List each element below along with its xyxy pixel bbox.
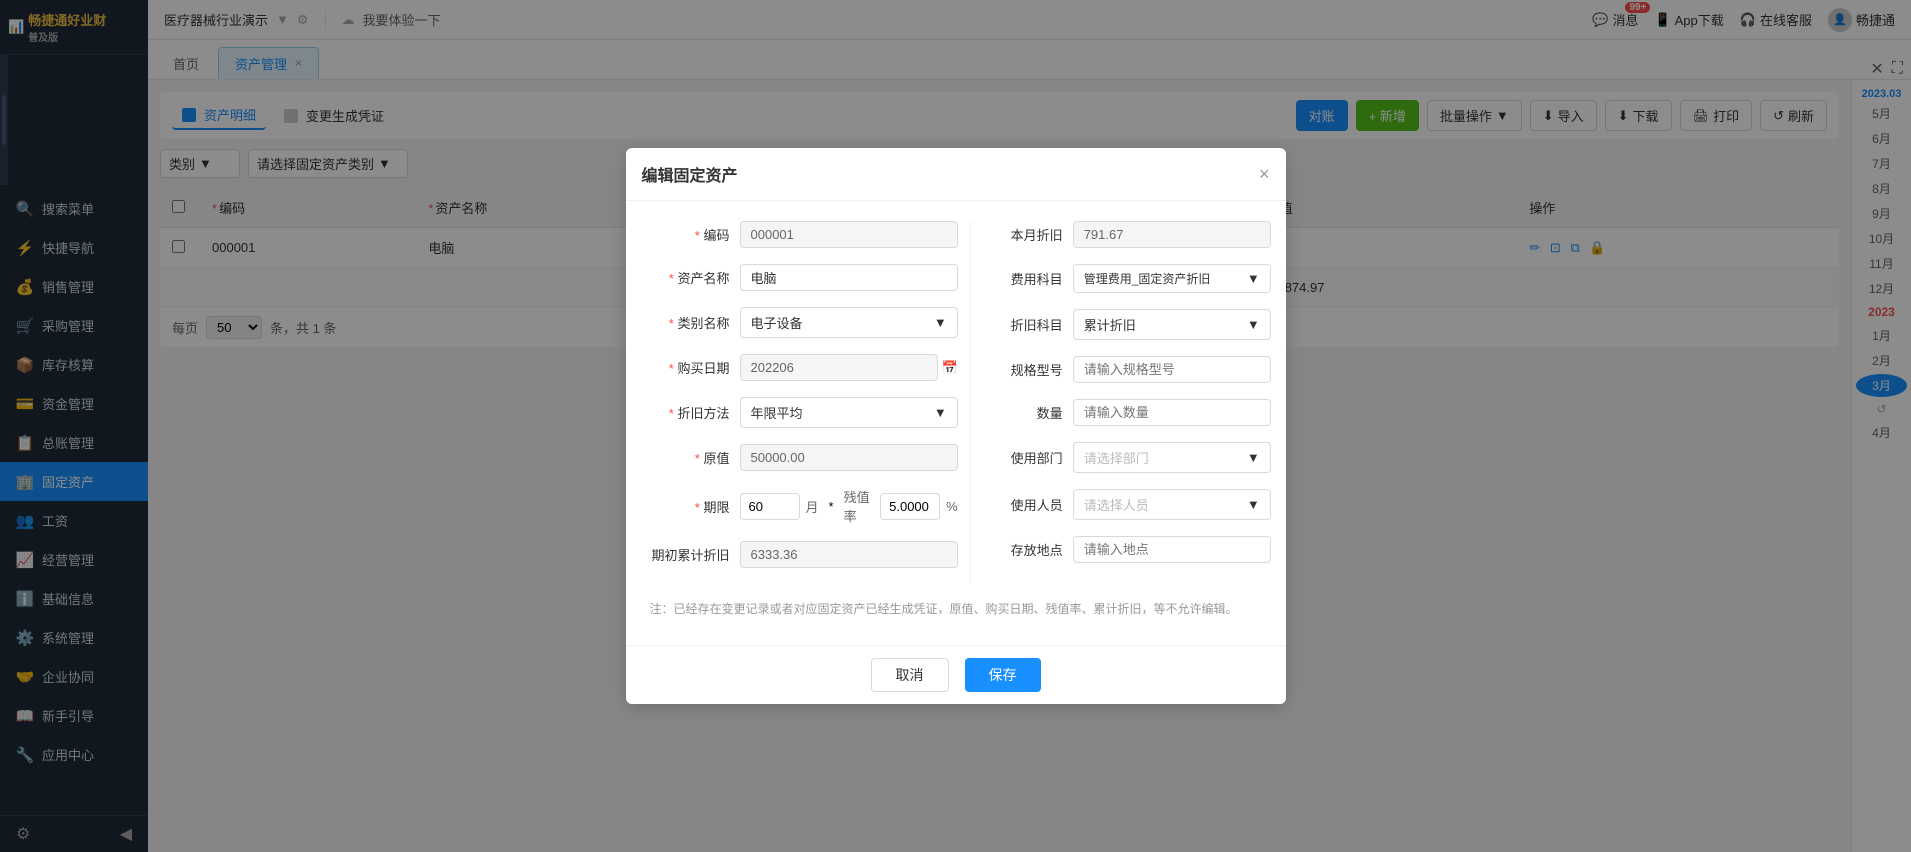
form-row-quantity: 数量 [983,399,1271,426]
residual-rate-unit: % [946,499,958,514]
residual-rate-input[interactable] [880,493,940,520]
modal-body: * 编码 * 资产名称 [626,201,1286,645]
code-label: * 编码 [650,225,740,244]
opening-depr-label: 期初累计折旧 [650,545,740,564]
monthly-depr-label: 本月折旧 [983,225,1073,244]
expense-subject-label: 费用科目 [983,269,1073,288]
form-row-depr-method: * 折旧方法 年限平均 ▼ [650,397,958,428]
purchase-date-label: * 购买日期 [650,358,740,377]
period-group: 月 * 残值率 % [740,487,958,525]
asset-name-input[interactable] [740,264,958,291]
period-label: * 期限 [650,497,740,516]
modal-footer: 取消 保存 [626,645,1286,704]
category-label: * 类别名称 [650,313,740,332]
purchase-date-input[interactable] [740,354,938,381]
dropdown-icon: ▼ [934,315,947,330]
quantity-label: 数量 [983,403,1073,422]
depr-method-select[interactable]: 年限平均 ▼ [740,397,958,428]
period-unit: 月 [806,497,819,516]
form-row-department: 使用部门 请选择部门 ▼ [983,442,1271,473]
modal-header: 编辑固定资产 × [626,148,1286,201]
form-note: 注：已经存在变更记录或者对应固定资产已经生成凭证，原值、购买日期、残值率、累计折… [650,592,1262,625]
asset-name-label: * 资产名称 [650,268,740,287]
spec-model-input[interactable] [1073,356,1271,383]
form-row-original-value: * 原值 [650,444,958,471]
period-input[interactable] [740,493,800,520]
person-label: 使用人员 [983,495,1073,514]
original-value-label: * 原值 [650,448,740,467]
calendar-icon[interactable]: 📅 [942,360,958,376]
depr-method-value: 年限平均 [751,403,803,422]
form-row-depr-subject: 折旧科目 累计折旧 ▼ [983,309,1271,340]
dropdown-icon: ▼ [1247,497,1260,512]
form-row-monthly-depr: 本月折旧 [983,221,1271,248]
category-select[interactable]: 电子设备 ▼ [740,307,958,338]
form-row-person: 使用人员 请选择人员 ▼ [983,489,1271,520]
form-row-code: * 编码 [650,221,958,248]
form-row-spec-model: 规格型号 [983,356,1271,383]
form-row-location: 存放地点 [983,536,1271,563]
form-row-expense-subject: 费用科目 管理费用_固定资产折旧 ▼ [983,264,1271,293]
location-label: 存放地点 [983,540,1073,559]
cancel-btn[interactable]: 取消 [871,658,949,692]
quantity-input[interactable] [1073,399,1271,426]
person-placeholder: 请选择人员 [1084,495,1149,514]
form-row-category: * 类别名称 电子设备 ▼ [650,307,958,338]
department-label: 使用部门 [983,448,1073,467]
depr-subject-select[interactable]: 累计折旧 ▼ [1073,309,1271,340]
depr-subject-value: 累计折旧 [1084,315,1136,334]
dropdown-icon: ▼ [1247,317,1260,332]
opening-depr-input[interactable] [740,541,958,568]
original-value-input[interactable] [740,444,958,471]
edit-asset-modal: 编辑固定资产 × * 编码 [626,148,1286,704]
dropdown-icon: ▼ [934,405,947,420]
form-row-period: * 期限 月 * 残值率 % [650,487,958,525]
form-row-purchase-date: * 购买日期 📅 [650,354,958,381]
dropdown-icon: ▼ [1247,271,1260,286]
person-select[interactable]: 请选择人员 ▼ [1073,489,1271,520]
modal-close-btn[interactable]: × [1259,164,1270,185]
expense-subject-select[interactable]: 管理费用_固定资产折旧 ▼ [1073,264,1271,293]
modal-overlay: 编辑固定资产 × * 编码 [0,0,1911,852]
dropdown-icon: ▼ [1247,450,1260,465]
form-left-col: * 编码 * 资产名称 [650,221,971,584]
department-placeholder: 请选择部门 [1084,448,1149,467]
form-row-asset-name: * 资产名称 [650,264,958,291]
depr-subject-label: 折旧科目 [983,315,1073,334]
save-btn[interactable]: 保存 [965,658,1041,692]
form-row-opening-depr: 期初累计折旧 [650,541,958,568]
category-value: 电子设备 [751,313,803,332]
residual-rate-label: 残值率 [844,487,875,525]
depr-method-label: * 折旧方法 [650,403,740,422]
monthly-depr-input [1073,221,1271,248]
code-input[interactable] [740,221,958,248]
expense-subject-value: 管理费用_固定资产折旧 [1084,270,1211,287]
location-input[interactable] [1073,536,1271,563]
form-right-col: 本月折旧 费用科目 管理费用_固定资产折旧 ▼ [971,221,1271,584]
modal-title: 编辑固定资产 [642,162,738,186]
department-select[interactable]: 请选择部门 ▼ [1073,442,1271,473]
spec-model-label: 规格型号 [983,360,1073,379]
